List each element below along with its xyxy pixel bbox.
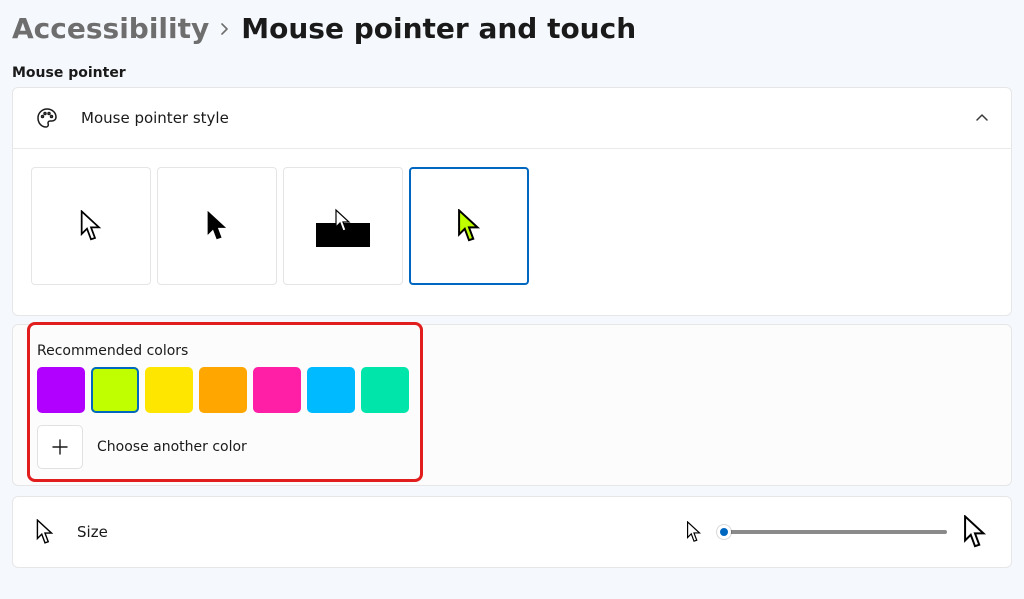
chevron-right-icon (219, 23, 231, 35)
section-label-mouse-pointer: Mouse pointer (12, 65, 1012, 81)
mouse-pointer-style-title: Mouse pointer style (81, 109, 953, 127)
recommended-colors-label: Recommended colors (37, 343, 997, 359)
plus-icon (51, 438, 69, 456)
cursor-max-icon (961, 515, 989, 549)
color-swatch-pink[interactable] (253, 367, 301, 413)
color-swatch-yellow[interactable] (145, 367, 193, 413)
size-label: Size (77, 523, 663, 541)
size-slider[interactable] (717, 530, 947, 534)
cursor-min-icon (685, 521, 703, 543)
chevron-up-icon (975, 111, 989, 125)
color-swatch-cyan[interactable] (307, 367, 355, 413)
size-card: Size (12, 496, 1012, 568)
size-slider-thumb[interactable] (717, 525, 731, 539)
pointer-style-white[interactable] (31, 167, 151, 285)
choose-color-button[interactable] (37, 425, 83, 469)
color-swatch-lime[interactable] (91, 367, 139, 413)
cursor-small-icon (35, 519, 55, 545)
choose-another-color-label: Choose another color (97, 439, 247, 455)
breadcrumb-parent[interactable]: Accessibility (12, 12, 209, 45)
color-swatch-orange[interactable] (199, 367, 247, 413)
color-swatch-row (37, 367, 997, 413)
color-swatch-purple[interactable] (37, 367, 85, 413)
breadcrumb: Accessibility Mouse pointer and touch (12, 12, 1012, 45)
pointer-style-inverted[interactable] (283, 167, 403, 285)
choose-another-color-row[interactable]: Choose another color (37, 425, 997, 469)
color-swatch-teal[interactable] (361, 367, 409, 413)
pointer-style-custom[interactable] (409, 167, 529, 285)
mouse-pointer-style-card: Mouse pointer style (12, 87, 1012, 316)
breadcrumb-current: Mouse pointer and touch (241, 12, 636, 45)
palette-icon (35, 106, 59, 130)
pointer-style-black[interactable] (157, 167, 277, 285)
pointer-style-options (13, 149, 1011, 315)
mouse-pointer-style-header[interactable]: Mouse pointer style (13, 88, 1011, 148)
recommended-colors-panel: Recommended colors Choose another color (12, 324, 1012, 486)
